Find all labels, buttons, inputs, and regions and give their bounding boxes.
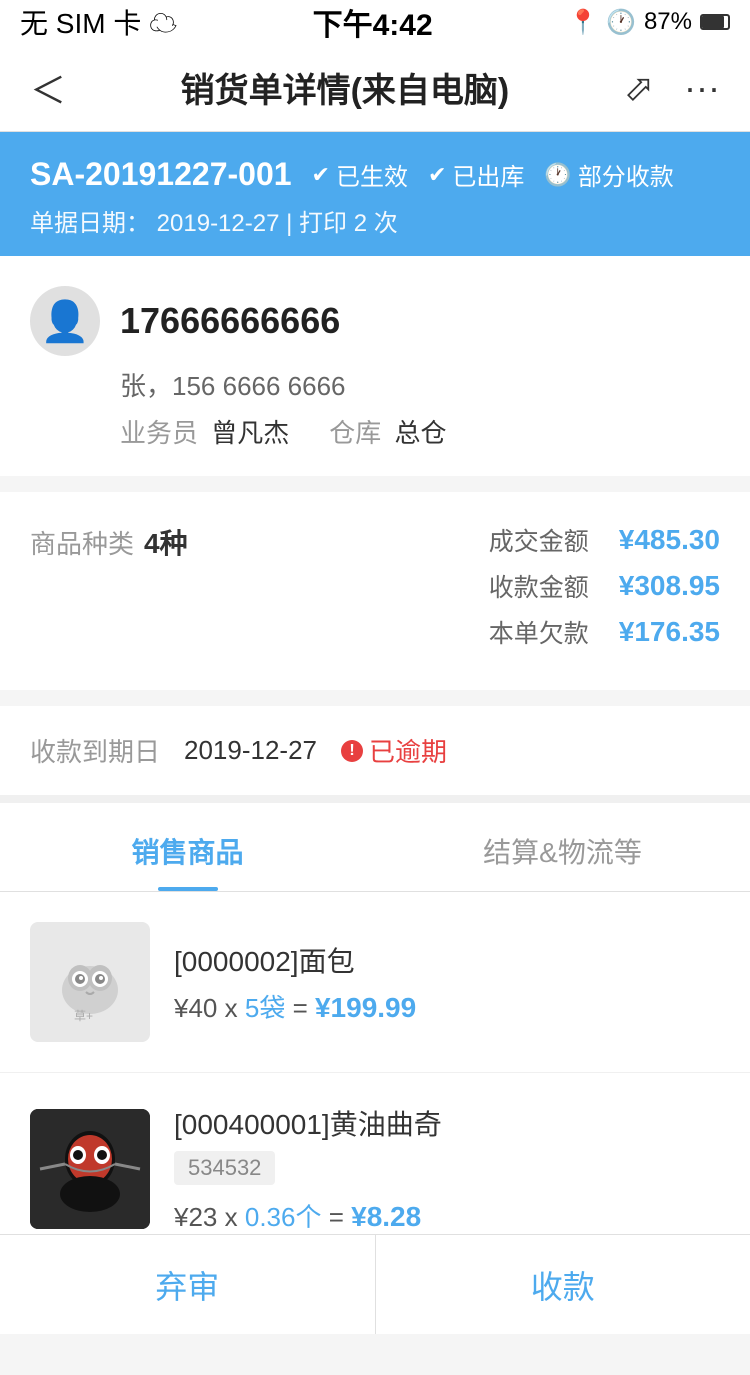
check-icon-2: ✔ [428, 162, 446, 188]
product-name-1: [0000002]面包 [174, 940, 720, 980]
share-icon[interactable]: ⬀ [624, 67, 654, 109]
category-label: 商品种类 [30, 524, 134, 561]
tab-settlement-label: 结算&物流等 [483, 837, 642, 868]
print-count: 2 [354, 210, 367, 237]
bottom-bar: 弃审 收款 [0, 1234, 750, 1334]
status-tag-effective: ✔ 已生效 [312, 157, 408, 192]
debt-value: ¥176.35 [619, 616, 720, 648]
date-label: 单据日期： [30, 210, 150, 237]
price-total-1: ¥199.99 [315, 992, 416, 1023]
sales-value: 曾凡杰 [211, 418, 289, 448]
summary-right: 成交金额 ¥485.30 收款金额 ¥308.95 本单欠款 ¥176.35 [489, 522, 720, 660]
amount-value: ¥485.30 [619, 524, 720, 556]
clock-icon-2: 🕐 [544, 162, 571, 188]
debt-label: 本单欠款 [489, 614, 589, 650]
category-value: 4种 [144, 522, 188, 562]
due-label: 收款到期日 [30, 732, 160, 769]
cancel-button[interactable]: 弃审 [0, 1235, 376, 1334]
amount-row: 成交金额 ¥485.30 [489, 522, 720, 558]
price-eq-1: = [293, 993, 315, 1023]
status-tag-partial: 🕐 部分收款 [544, 157, 673, 192]
print-suffix: 次 [374, 210, 398, 237]
print-label: | 打印 [286, 210, 347, 237]
product-image-2 [30, 1109, 150, 1229]
warehouse: 仓库 总仓 [329, 413, 446, 450]
collected-row: 收款金额 ¥308.95 [489, 568, 720, 604]
product-sku-2: 534532 [174, 1151, 275, 1185]
price-base-2: ¥23 [174, 1202, 217, 1232]
sales-label: 业务员 [120, 418, 198, 448]
collected-value: ¥308.95 [619, 570, 720, 602]
due-section: 收款到期日 2019-12-27 ! 已逾期 [0, 706, 750, 803]
status-time: 下午4:42 [313, 0, 433, 44]
product-thumb-1: 草+ [30, 922, 150, 1042]
more-icon[interactable]: ··· [684, 67, 720, 109]
warehouse-value: 总仓 [395, 418, 447, 448]
collect-label: 收款 [531, 1262, 595, 1308]
customer-meta: 业务员 曾凡杰 仓库 总仓 [120, 413, 720, 450]
cancel-label: 弃审 [155, 1262, 219, 1308]
status-shipped: 已出库 [452, 157, 524, 192]
overdue-text: 已逾期 [369, 732, 447, 769]
summary-left: 商品种类 4种 [30, 522, 188, 562]
status-bar: 无 SIM 卡 ☁ 下午4:42 📍 🕐 87% [0, 0, 750, 44]
nav-bar: ＜ 销货单详情(来自电脑) ⬀ ··· [0, 44, 750, 132]
clock-icon: 🕐 [606, 8, 636, 37]
sales-person: 业务员 曾凡杰 [120, 413, 289, 450]
price-qty-1: 5袋 [245, 993, 285, 1023]
price-x-2: x [225, 1202, 245, 1232]
tabs: 销售商品 结算&物流等 [0, 803, 750, 892]
debt-row: 本单欠款 ¥176.35 [489, 614, 720, 650]
collect-button[interactable]: 收款 [376, 1235, 750, 1334]
avatar: 👤 [30, 286, 100, 356]
product-item: 草+ [0000002]面包 ¥40 x 5袋 = ¥199.99 [0, 892, 750, 1073]
summary-section: 商品种类 4种 成交金额 ¥485.30 收款金额 ¥308.95 本单欠款 ¥… [0, 492, 750, 690]
tab-products[interactable]: 销售商品 [0, 803, 375, 891]
price-base-1: ¥40 [174, 993, 217, 1023]
user-icon: 👤 [40, 298, 90, 345]
product-name-2: [000400001]黄油曲奇 [174, 1103, 720, 1143]
product-image-1: 草+ [50, 942, 130, 1022]
battery-icon: 📍 [568, 8, 598, 37]
back-button[interactable]: ＜ [30, 62, 66, 114]
page-title: 销货单详情(来自电脑) [181, 63, 510, 112]
warehouse-label: 仓库 [329, 418, 381, 448]
overdue-badge: ! 已逾期 [341, 732, 447, 769]
header-banner: SA-20191227-001 ✔ 已生效 ✔ 已出库 🕐 部分收款 单据日期：… [0, 132, 750, 256]
product-price-2: ¥23 x 0.36个 = ¥8.28 [174, 1197, 720, 1234]
battery-level: 87% [644, 8, 692, 36]
product-price-1: ¥40 x 5袋 = ¥199.99 [174, 988, 720, 1025]
status-right: 📍 🕐 87% [568, 8, 730, 37]
status-left: 无 SIM 卡 ☁ [20, 2, 177, 42]
order-id: SA-20191227-001 [30, 156, 292, 193]
status-tag-shipped: ✔ 已出库 [428, 157, 524, 192]
check-icon-1: ✔ [312, 162, 330, 188]
customer-subinfo: 张，156 6666 6666 [120, 366, 720, 403]
status-effective: 已生效 [336, 157, 408, 192]
svg-text:草+: 草+ [74, 1009, 93, 1022]
price-eq-2: = [329, 1202, 351, 1232]
price-total-2: ¥8.28 [351, 1201, 421, 1232]
status-partial: 部分收款 [578, 157, 674, 192]
price-x-1: x [225, 993, 245, 1023]
product-info-1: [0000002]面包 ¥40 x 5袋 = ¥199.99 [174, 940, 720, 1025]
due-date: 2019-12-27 [184, 735, 317, 766]
product-list: 草+ [0000002]面包 ¥40 x 5袋 = ¥199.99 [0, 892, 750, 1265]
category-item: 商品种类 4种 [30, 522, 188, 562]
battery-bar [700, 14, 730, 30]
product-info-2: [000400001]黄油曲奇 534532 ¥23 x 0.36个 = ¥8.… [174, 1103, 720, 1234]
collected-label: 收款金额 [489, 568, 589, 604]
tab-settlement[interactable]: 结算&物流等 [375, 803, 750, 891]
sim-status: 无 SIM 卡 ☁ [20, 2, 177, 42]
product-thumb-2 [30, 1109, 150, 1229]
overdue-icon: ! [341, 740, 363, 762]
header-date: 单据日期： 2019-12-27 | 打印 2 次 [30, 203, 720, 238]
customer-section: 👤 17666666666 张，156 6666 6666 业务员 曾凡杰 仓库… [0, 256, 750, 476]
nav-actions: ⬀ ··· [624, 67, 720, 109]
order-date: 2019-12-27 [157, 210, 280, 237]
tab-products-label: 销售商品 [131, 837, 243, 868]
price-qty-2: 0.36个 [245, 1202, 322, 1232]
amount-label: 成交金额 [489, 522, 589, 558]
customer-phone: 17666666666 [120, 300, 340, 342]
